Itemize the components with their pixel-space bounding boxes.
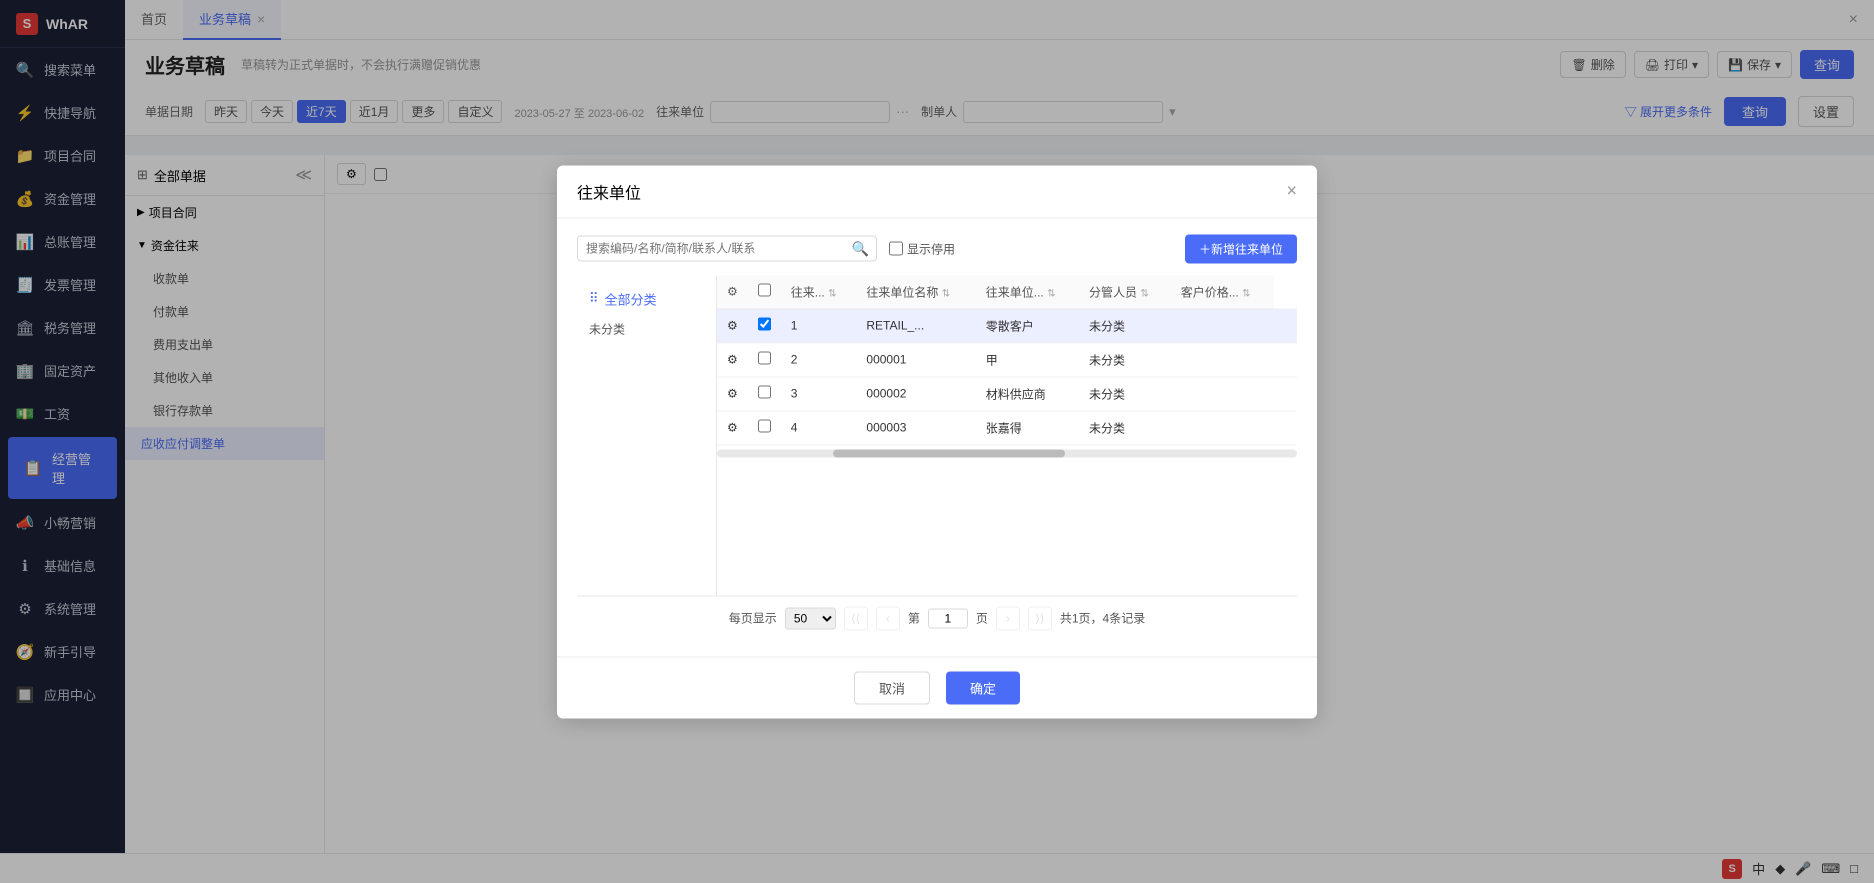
row-code: RETAIL_... [856,309,975,343]
per-page-label: 每页显示 [729,610,777,627]
category-all-icon: ⠿ [589,291,599,307]
modal-body: 🔍 显示停用 ＋新增往来单位 ⠿ 全部分类 未分类 [557,218,1317,656]
search-icon: 🔍 [852,240,869,257]
table-row[interactable]: ⚙ 3 000002 材料供应商 未分类 [717,377,1297,411]
row-manager [1171,309,1274,343]
row-index: 3 [781,377,857,411]
page-first-btn[interactable]: ⟨⟨ [844,606,868,630]
category-tree: ⠿ 全部分类 未分类 [577,275,717,595]
row-checkbox[interactable] [748,377,781,411]
page-number-input[interactable] [928,608,968,628]
sort-manager-icon[interactable]: ⇅ [1140,288,1148,299]
show-disabled-label: 显示停用 [889,240,955,257]
row-code: 000001 [856,343,975,377]
col-settings-header[interactable]: ⚙ [717,275,748,309]
row-price-level [1274,343,1297,377]
sort-price-icon[interactable]: ⇅ [1242,288,1250,299]
col-code-header: 往来... ⇅ [781,275,857,309]
modal-footer: 取消 确定 [557,656,1317,718]
pagination: 每页显示 50 100 200 ⟨⟨ ‹ 第 页 › ⟩⟩ 共1页，4条记录 [577,595,1297,640]
row-name: 零散客户 [976,309,1079,343]
total-label: 共1页，4条记录 [1060,610,1145,627]
modal-toolbar: 🔍 显示停用 ＋新增往来单位 [577,234,1297,263]
row-name: 甲 [976,343,1079,377]
row-name: 材料供应商 [976,377,1079,411]
row-code: 000002 [856,377,975,411]
col-manager-header: 分管人员 ⇅ [1079,275,1171,309]
partner-search-input[interactable] [577,236,877,262]
search-wrap: 🔍 [577,236,877,262]
partner-table: ⚙ 往来... ⇅ 往来单位名称 ⇅ 往来单位... [717,275,1297,595]
row-category: 未分类 [1079,309,1171,343]
row-manager [1171,343,1274,377]
row-checkbox[interactable] [748,411,781,445]
page-label: 第 [908,610,920,627]
partner-modal: 往来单位 × 🔍 显示停用 ＋新增往来单位 ⠿ 全部分类 未分类 [557,165,1317,718]
category-all[interactable]: ⠿ 全部分类 [577,283,716,314]
table-scrollbar[interactable] [717,449,1297,457]
row-index: 4 [781,411,857,445]
page-next-btn[interactable]: › [996,606,1020,630]
col-price-header: 客户价格... ⇅ [1171,275,1274,309]
add-partner-button[interactable]: ＋新增往来单位 [1185,234,1297,263]
table-row[interactable]: ⚙ 2 000001 甲 未分类 [717,343,1297,377]
row-settings[interactable]: ⚙ [717,377,748,411]
row-price-level [1274,411,1297,445]
row-settings[interactable]: ⚙ [717,343,748,377]
modal-header: 往来单位 × [557,165,1317,218]
modal-content-area: ⠿ 全部分类 未分类 ⚙ 往来... ⇅ [577,275,1297,595]
row-manager [1171,411,1274,445]
row-category: 未分类 [1079,377,1171,411]
row-checkbox[interactable] [748,309,781,343]
row-name: 张嘉得 [976,411,1079,445]
row-price-level [1274,309,1297,343]
row-manager [1171,377,1274,411]
page-prev-btn[interactable]: ‹ [876,606,900,630]
row-category: 未分类 [1079,411,1171,445]
cancel-button[interactable]: 取消 [854,671,930,704]
row-price-level [1274,377,1297,411]
table-row[interactable]: ⚙ 4 000003 张嘉得 未分类 [717,411,1297,445]
scroll-thumb [833,449,1065,457]
page-last-btn[interactable]: ⟩⟩ [1028,606,1052,630]
row-settings[interactable]: ⚙ [717,309,748,343]
row-index: 1 [781,309,857,343]
col-check-header[interactable] [748,275,781,309]
col-name-header: 往来单位名称 ⇅ [856,275,975,309]
category-unclassified[interactable]: 未分类 [577,314,716,343]
page-suffix: 页 [976,610,988,627]
modal-title: 往来单位 [577,179,641,203]
sort-code-icon[interactable]: ⇅ [828,288,836,299]
table-select-all[interactable] [758,284,771,297]
row-code: 000003 [856,411,975,445]
modal-close-button[interactable]: × [1286,181,1297,202]
row-index: 2 [781,343,857,377]
sort-category-icon[interactable]: ⇅ [1047,288,1055,299]
table-row[interactable]: ⚙ 1 RETAIL_... 零散客户 未分类 [717,309,1297,343]
show-disabled-checkbox[interactable] [889,242,903,256]
row-settings[interactable]: ⚙ [717,411,748,445]
col-category-header: 往来单位... ⇅ [976,275,1079,309]
row-checkbox[interactable] [748,343,781,377]
sort-name-icon[interactable]: ⇅ [942,288,950,299]
row-category: 未分类 [1079,343,1171,377]
confirm-button[interactable]: 确定 [946,671,1020,704]
per-page-select[interactable]: 50 100 200 [785,607,836,629]
